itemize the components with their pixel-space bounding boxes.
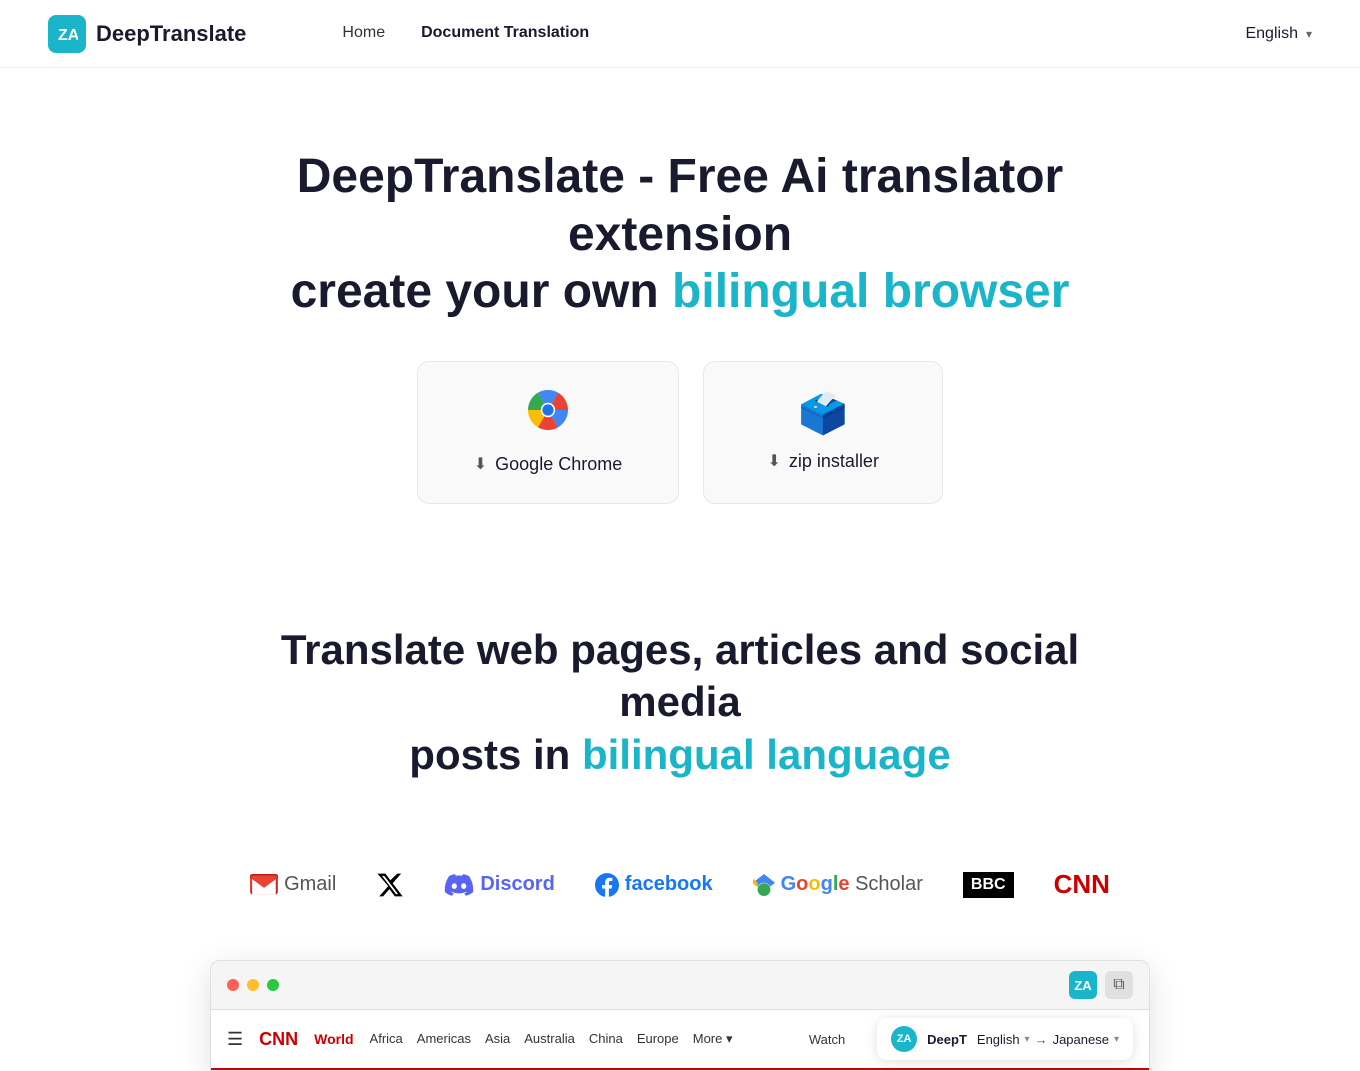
chrome-download-card[interactable]: ⬇ Google Chrome <box>417 361 679 504</box>
zip-icon: 🗳️ <box>798 390 848 437</box>
navbar: ZA DeepTranslate Home Document Translati… <box>0 0 1360 68</box>
cnn-nav-more: More ▾ <box>693 1031 733 1047</box>
gmail-label: Gmail <box>284 873 336 896</box>
hero-highlight: bilingual browser <box>672 265 1069 318</box>
nav-lang-selector[interactable]: English ▾ <box>1245 25 1312 43</box>
nav-links: Home Document Translation <box>294 0 637 68</box>
cnn-nav-americas: Americas <box>417 1031 471 1047</box>
nav-left: ZA DeepTranslate Home Document Translati… <box>48 0 637 68</box>
x-icon <box>376 871 404 899</box>
cnn-nav-africa: Africa <box>370 1031 403 1047</box>
cnn-watch: Watch <box>809 1032 845 1047</box>
google-scholar-brand: Google Scholar <box>753 873 923 896</box>
cnn-brand: CNN <box>1054 869 1110 900</box>
cnn-bar: ☰ CNN World Africa Americas Asia Austral… <box>211 1010 1149 1070</box>
browser-topbar-right: ZA ⧉ <box>1069 971 1133 999</box>
browser-dot-red <box>227 979 239 991</box>
facebook-icon <box>595 873 619 897</box>
bbc-brand: BBC <box>963 872 1014 898</box>
bbc-logo: BBC <box>963 872 1014 898</box>
brands-row: Gmail Discord facebook Google Scholar <box>0 869 1360 940</box>
translation-popup: ZA DeepT English ▾ → Japanese ▾ <box>877 1018 1133 1060</box>
zip-download-card[interactable]: 🗳️ ⬇ zip installer <box>703 361 943 504</box>
discord-icon <box>444 874 474 896</box>
hero-headline: DeepTranslate - Free Ai translator exten… <box>230 148 1130 321</box>
browser-mockup: ZA ⧉ ☰ CNN World Africa Americas Asia Au… <box>210 960 1150 1071</box>
nav-lang-text: English <box>1245 25 1297 43</box>
popup-brand: DeepT <box>927 1032 967 1047</box>
hero-section: DeepTranslate - Free Ai translator exten… <box>0 68 1360 564</box>
discord-brand: Discord <box>444 873 554 896</box>
logo-text: DeepTranslate <box>96 21 246 47</box>
browser-content: ☰ CNN World Africa Americas Asia Austral… <box>211 1010 1149 1070</box>
chevron-popup-from: ▾ <box>1025 1034 1030 1045</box>
browser-content-inner: ☰ CNN World Africa Americas Asia Austral… <box>211 1010 1149 1070</box>
puzzle-ext-icon[interactable]: ⧉ <box>1105 971 1133 999</box>
download-icon-2: ⬇ <box>768 451 781 471</box>
chrome-icon <box>528 390 568 440</box>
cnn-nav-asia: Asia <box>485 1031 510 1047</box>
logo-icon: ZA <box>48 15 86 53</box>
svg-text:ZA: ZA <box>58 27 78 44</box>
social-section: Translate web pages, articles and social… <box>0 564 1360 870</box>
chevron-down-icon: ▾ <box>1306 27 1312 41</box>
social-highlight: bilingual language <box>582 731 951 778</box>
cnn-nav-items: Africa Americas Asia Australia China Eur… <box>370 1031 733 1047</box>
logo[interactable]: ZA DeepTranslate <box>48 15 246 53</box>
cnn-nav-china: China <box>589 1031 623 1047</box>
facebook-label: facebook <box>625 873 713 896</box>
google-scholar-icon <box>753 874 775 896</box>
popup-arrow: → <box>1035 1032 1048 1047</box>
facebook-brand: facebook <box>595 873 713 897</box>
deeptranslate-ext-icon[interactable]: ZA <box>1069 971 1097 999</box>
nav-home[interactable]: Home <box>342 24 385 42</box>
popup-from-lang: English <box>977 1032 1020 1047</box>
zip-card-label: ⬇ zip installer <box>768 451 879 472</box>
cnn-bar-logo: CNN <box>259 1029 298 1050</box>
browser-mockup-section: ZA ⧉ ☰ CNN World Africa Americas Asia Au… <box>0 940 1360 1071</box>
cnn-nav-europe: Europe <box>637 1031 679 1047</box>
x-brand <box>376 871 404 899</box>
social-headline: Translate web pages, articles and social… <box>230 624 1130 782</box>
cnn-logo: CNN <box>1054 869 1110 900</box>
popup-logo: ZA <box>891 1026 917 1052</box>
chevron-popup-to: ▾ <box>1114 1034 1119 1045</box>
cnn-nav-australia: Australia <box>524 1031 575 1047</box>
download-icon: ⬇ <box>474 454 487 474</box>
download-cards: ⬇ Google Chrome 🗳️ ⬇ zip installer <box>48 361 1312 504</box>
google-scholar-label: Google Scholar <box>781 873 923 896</box>
gmail-brand: Gmail <box>250 873 336 896</box>
browser-topbar: ZA ⧉ <box>211 961 1149 1010</box>
chrome-card-label: ⬇ Google Chrome <box>474 454 622 475</box>
popup-to-lang: Japanese <box>1053 1032 1109 1047</box>
cnn-bar-world: World <box>314 1031 353 1047</box>
popup-lang-selector[interactable]: English ▾ → Japanese ▾ <box>977 1032 1119 1047</box>
discord-label: Discord <box>480 873 554 896</box>
nav-document-translation[interactable]: Document Translation <box>421 24 589 42</box>
hamburger-icon: ☰ <box>227 1029 243 1050</box>
browser-dot-yellow <box>247 979 259 991</box>
browser-dot-green <box>267 979 279 991</box>
